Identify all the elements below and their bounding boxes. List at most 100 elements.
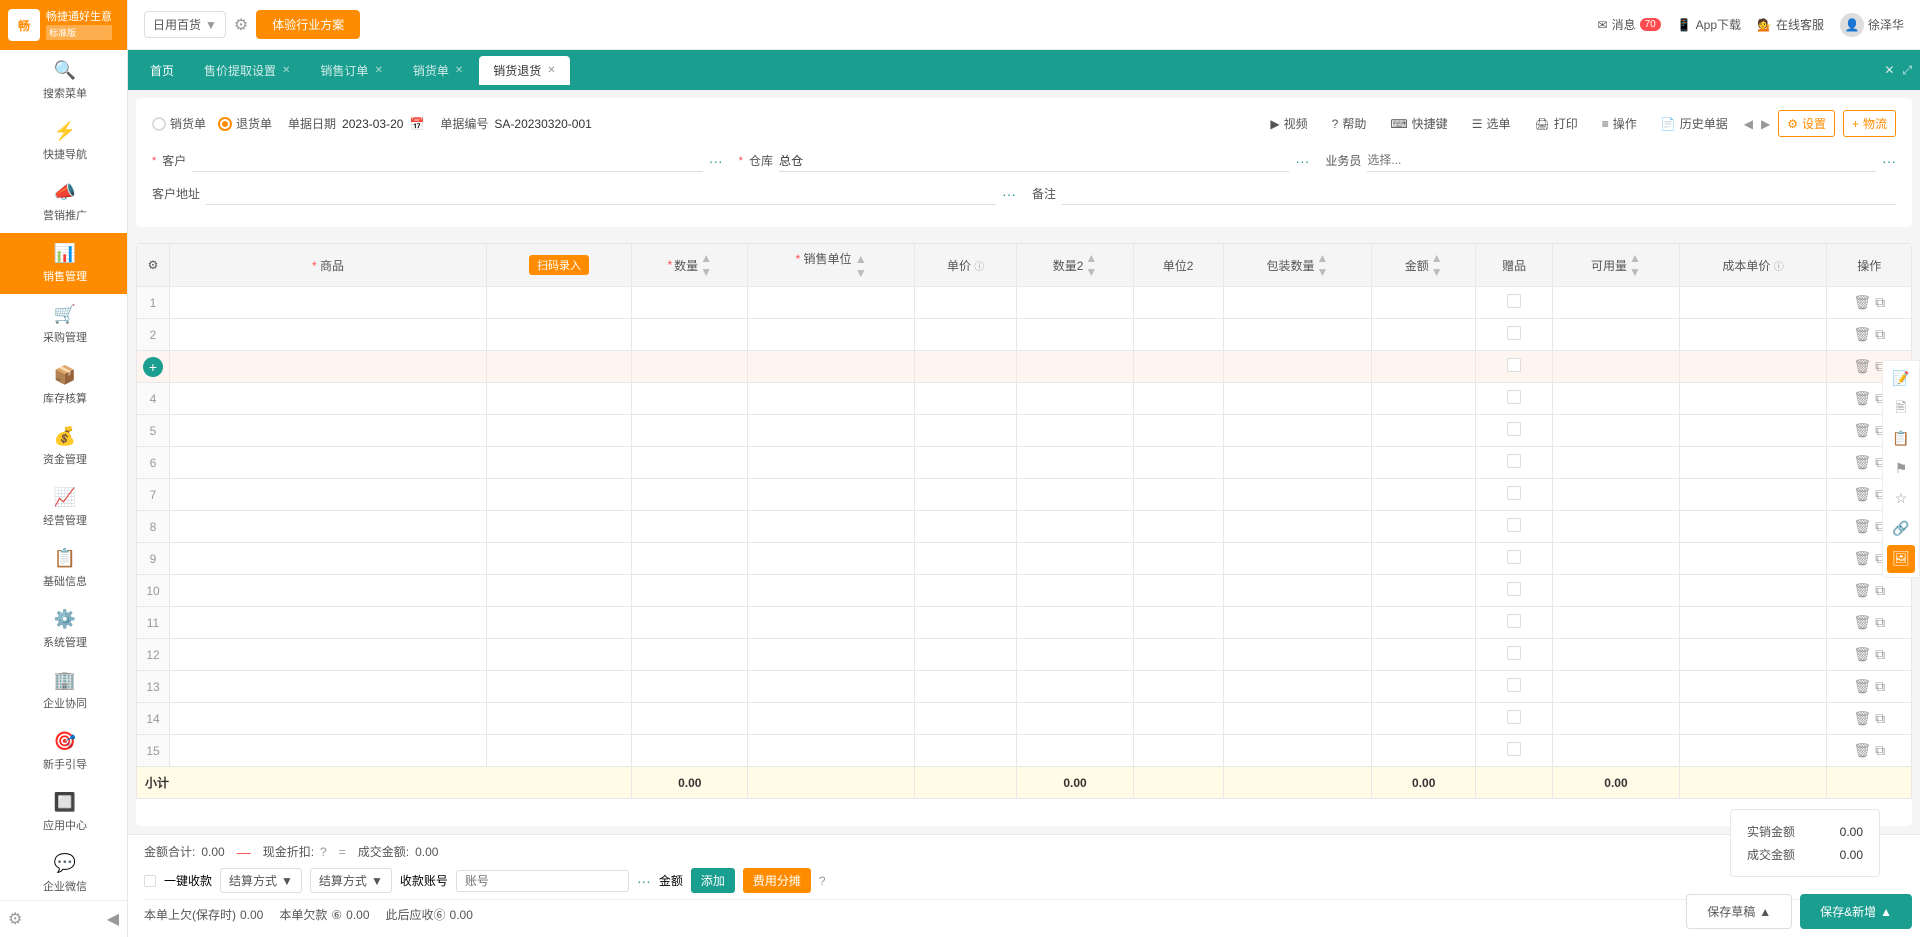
sidebar-item-sales[interactable]: 📊 销售管理 (0, 233, 127, 294)
unit2-cell-2[interactable] (1133, 319, 1223, 351)
delete-row-2-icon[interactable]: 🗑 (1853, 326, 1871, 343)
new-gift-cell[interactable] (1476, 351, 1553, 383)
price-cell-1[interactable] (914, 287, 1017, 319)
messages-btn[interactable]: ✉ 消息 70 (1598, 16, 1661, 33)
available-cell-1[interactable] (1553, 287, 1679, 319)
float-icon-3[interactable]: 📋 (1887, 425, 1915, 453)
settings-btn[interactable]: ⚙ 设置 (1778, 110, 1835, 137)
sidebar-collapse-btn[interactable]: ◀ (107, 909, 119, 929)
copy-icon[interactable]: ⧉ (1875, 582, 1885, 599)
sidebar-item-operations[interactable]: 📈 经营管理 (0, 477, 127, 538)
gift-cb[interactable] (1507, 710, 1521, 724)
tab-sales-delivery[interactable]: 销货单 ✕ (399, 56, 477, 85)
copy-icon[interactable]: ⧉ (1875, 678, 1885, 695)
copy-icon[interactable]: ⧉ (1875, 614, 1885, 631)
gift-cb[interactable] (1507, 486, 1521, 500)
product-cell-2[interactable] (170, 319, 487, 351)
new-price-cell[interactable] (914, 351, 1017, 383)
warehouse-select-icon[interactable]: ··· (1295, 153, 1309, 169)
gift-cb[interactable] (1507, 678, 1521, 692)
col-gear[interactable]: ⚙ (137, 244, 170, 287)
sidebar-item-inventory[interactable]: 📦 库存核算 (0, 355, 127, 416)
copy-row-2-icon[interactable]: ⧉ (1875, 326, 1885, 343)
amount-cell-1[interactable] (1372, 287, 1476, 319)
sidebar-item-search[interactable]: 🔍 搜索菜单 (0, 50, 127, 111)
gift-cb[interactable] (1507, 742, 1521, 756)
gift-cb[interactable] (1507, 454, 1521, 468)
copy-icon[interactable]: ⧉ (1875, 710, 1885, 727)
float-icon-1[interactable]: 📝 (1887, 365, 1915, 393)
cost-cell-2[interactable] (1679, 319, 1827, 351)
calendar-icon[interactable]: 📅 (409, 117, 424, 131)
delete-icon[interactable]: 🗑 (1853, 486, 1871, 503)
new-unit2-cell[interactable] (1133, 351, 1223, 383)
delete-icon[interactable]: 🗑 (1853, 390, 1871, 407)
pkg-qty-cell-2[interactable] (1223, 319, 1372, 351)
gift-cb[interactable] (1507, 582, 1521, 596)
save-new-button[interactable]: 保存&新增 ▲ (1800, 894, 1912, 929)
gift-cb[interactable] (1507, 614, 1521, 628)
new-pkg-qty-cell[interactable] (1223, 351, 1372, 383)
logistics-btn[interactable]: + 物流 (1843, 110, 1896, 137)
available-cell-2[interactable] (1553, 319, 1679, 351)
qty-cell-1[interactable] (632, 287, 748, 319)
scan-input-btn[interactable]: 扫码录入 (529, 255, 589, 275)
add-row-btn[interactable]: + (143, 357, 163, 377)
float-icon-7[interactable]: 🖼 (1887, 545, 1915, 573)
sidebar-item-purchase[interactable]: 🛒 采购管理 (0, 294, 127, 355)
one-click-payment-checkbox[interactable] (144, 875, 156, 887)
new-available-cell[interactable] (1553, 351, 1679, 383)
history-btn[interactable]: 📄 历史单据 (1653, 111, 1736, 136)
fee-help-icon[interactable]: ? (819, 874, 826, 888)
qty2-cell-2[interactable] (1017, 319, 1133, 351)
nav-prev-icon[interactable]: ◀ (1744, 117, 1753, 131)
calc-method-dropdown[interactable]: 结算方式 ▼ (310, 868, 392, 893)
gift-cell-2[interactable] (1476, 319, 1553, 351)
unit-cell-1[interactable] (748, 287, 915, 319)
gift-cb[interactable] (1507, 550, 1521, 564)
close-tab-icon[interactable]: ✕ (1884, 63, 1894, 78)
cost-cell-1[interactable] (1679, 287, 1827, 319)
sidebar-settings-btn[interactable]: ⚙ (8, 909, 22, 929)
new-barcode-cell[interactable] (486, 351, 631, 383)
sidebar-item-system[interactable]: ⚙️ 系统管理 (0, 599, 127, 660)
topbar-gear-icon[interactable]: ⚙ (234, 15, 248, 35)
copy-icon[interactable]: ⧉ (1875, 646, 1885, 663)
new-amount-cell[interactable] (1372, 351, 1476, 383)
gift-checkbox-2[interactable] (1507, 326, 1521, 340)
gift-cb[interactable] (1507, 390, 1521, 404)
tab-sales-delivery-close[interactable]: ✕ (455, 65, 463, 76)
radio-delivery[interactable]: 销货单 (152, 115, 206, 132)
float-icon-4[interactable]: ⚑ (1887, 455, 1915, 483)
staff-input[interactable] (1367, 149, 1876, 172)
delete-icon[interactable]: 🗑 (1853, 582, 1871, 599)
sidebar-item-marketing[interactable]: 📣 营销推广 (0, 172, 127, 233)
pkg-qty-cell-1[interactable] (1223, 287, 1372, 319)
gift-cb[interactable] (1507, 422, 1521, 436)
tab-sales-return[interactable]: 销货退货 ✕ (479, 56, 569, 85)
float-icon-2[interactable]: 🖹 (1887, 395, 1915, 423)
barcode-cell-2[interactable] (486, 319, 631, 351)
gift-checkbox-1[interactable] (1507, 294, 1521, 308)
tab-sales-return-close[interactable]: ✕ (547, 65, 555, 76)
operate-btn[interactable]: ≡ 操作 (1594, 111, 1645, 136)
price-cell-2[interactable] (914, 319, 1017, 351)
tab-home[interactable]: 首页 (136, 56, 188, 85)
warehouse-input[interactable] (779, 149, 1289, 172)
product-cell-1[interactable] (170, 287, 487, 319)
nav-next-icon[interactable]: ▶ (1761, 117, 1770, 131)
tab-price-settings-close[interactable]: ✕ (282, 65, 290, 76)
new-product-input[interactable] (176, 360, 480, 374)
discount-help-icon[interactable]: ? (320, 845, 327, 859)
gift-cell-1[interactable] (1476, 287, 1553, 319)
new-unit-cell[interactable] (748, 351, 915, 383)
experience-btn[interactable]: 体验行业方案 (256, 10, 360, 39)
new-qty2-cell[interactable] (1017, 351, 1133, 383)
radio-return[interactable]: 退货单 (218, 115, 272, 132)
delete-icon[interactable]: 🗑 (1853, 614, 1871, 631)
delete-new-row-icon[interactable]: 🗑 (1853, 358, 1871, 375)
app-download-btn[interactable]: 📱 App下载 (1677, 16, 1741, 33)
sidebar-item-apps[interactable]: 🔲 应用中心 (0, 782, 127, 843)
new-product-input-cell[interactable] (170, 351, 487, 383)
gift-cb[interactable] (1507, 646, 1521, 660)
